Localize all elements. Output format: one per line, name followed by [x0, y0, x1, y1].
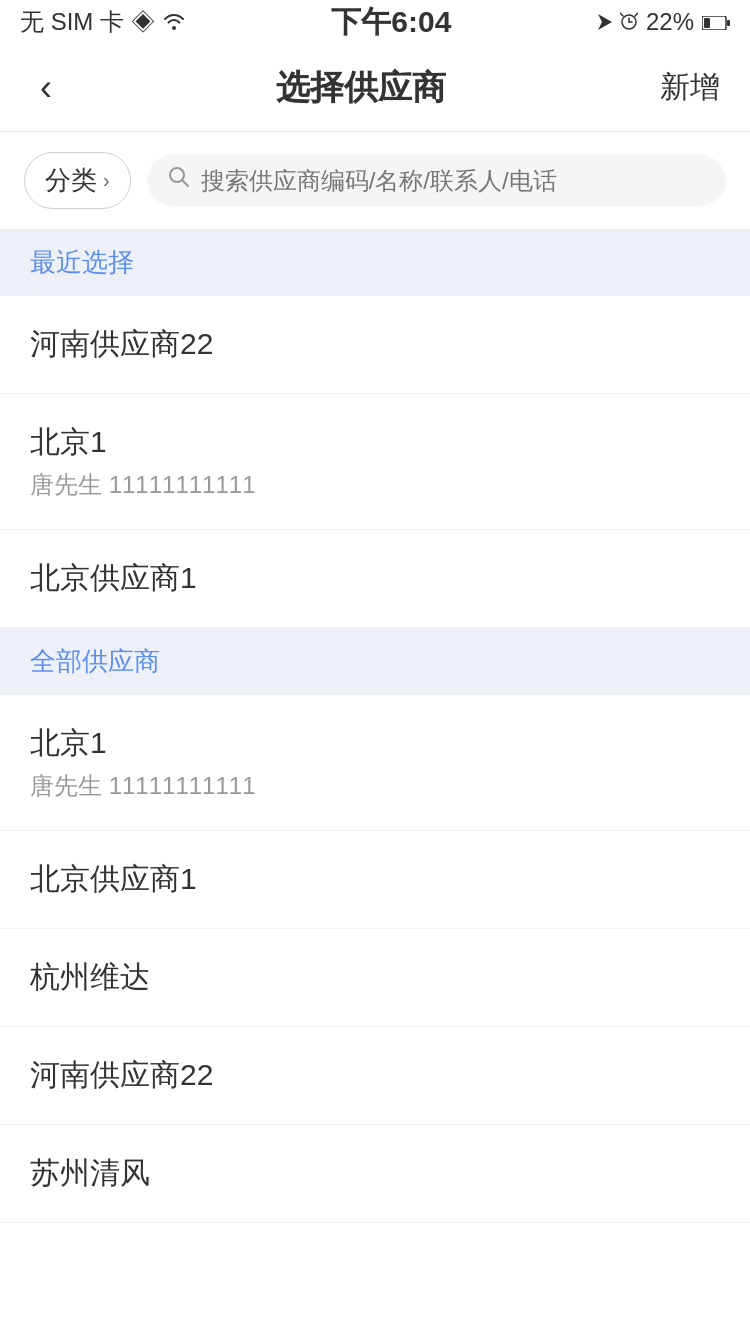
- search-area: 分类 ›: [0, 132, 750, 229]
- add-button[interactable]: 新增: [660, 67, 720, 108]
- battery-percent: 22%: [646, 8, 694, 36]
- nav-bar: ‹ 选择供应商 新增: [0, 44, 750, 132]
- search-input[interactable]: [201, 167, 706, 195]
- search-icon: [167, 165, 191, 196]
- item-sub: 唐先生 11111111111: [30, 469, 720, 501]
- all-section-title: 全部供应商: [30, 646, 160, 676]
- page-title: 选择供应商: [276, 65, 446, 111]
- item-name: 河南供应商22: [30, 1055, 720, 1096]
- all-list-item[interactable]: 北京1 唐先生 11111111111: [0, 695, 750, 831]
- status-right: 22%: [598, 8, 730, 36]
- all-list-item[interactable]: 苏州清风: [0, 1125, 750, 1223]
- item-name: 北京1: [30, 723, 720, 764]
- svg-rect-5: [704, 18, 710, 28]
- battery-icon: [702, 8, 730, 36]
- recent-list-item[interactable]: 河南供应商22: [0, 296, 750, 394]
- item-sub: 唐先生 11111111111: [30, 770, 720, 802]
- recent-items-list: 河南供应商22 北京1 唐先生 11111111111 北京供应商1: [0, 296, 750, 628]
- all-section-header: 全部供应商: [0, 628, 750, 695]
- item-name: 北京供应商1: [30, 859, 720, 900]
- alarm-icon: [620, 8, 638, 36]
- status-bar: 无 SIM 卡 ◈ 下午6:04 22%: [0, 0, 750, 44]
- recent-section-title: 最近选择: [30, 247, 134, 277]
- recent-list-item[interactable]: 北京供应商1: [0, 530, 750, 628]
- status-time: 下午6:04: [331, 2, 451, 43]
- sim-status: 无 SIM 卡 ◈: [20, 6, 155, 38]
- category-label: 分类: [45, 163, 97, 198]
- category-filter-button[interactable]: 分类 ›: [24, 152, 131, 209]
- item-name: 北京1: [30, 422, 720, 463]
- location-icon: [598, 8, 612, 36]
- status-left: 无 SIM 卡 ◈: [20, 6, 185, 38]
- all-list-item[interactable]: 杭州维达: [0, 929, 750, 1027]
- all-list-item[interactable]: 北京供应商1: [0, 831, 750, 929]
- item-name: 河南供应商22: [30, 324, 720, 365]
- wifi-icon: [163, 8, 185, 36]
- chevron-right-icon: ›: [103, 169, 110, 192]
- item-name: 北京供应商1: [30, 558, 720, 599]
- recent-section-header: 最近选择: [0, 229, 750, 296]
- all-list-item[interactable]: 河南供应商22: [0, 1027, 750, 1125]
- svg-rect-6: [727, 20, 730, 26]
- item-name: 苏州清风: [30, 1153, 720, 1194]
- search-wrapper[interactable]: [147, 155, 726, 206]
- all-items-list: 北京1 唐先生 11111111111 北京供应商1 杭州维达河南供应商22 苏州清风: [0, 695, 750, 1223]
- svg-line-8: [182, 181, 188, 187]
- back-button[interactable]: ‹: [30, 57, 62, 119]
- item-name: 杭州维达: [30, 957, 720, 998]
- svg-marker-0: [598, 14, 612, 30]
- recent-list-item[interactable]: 北京1 唐先生 11111111111: [0, 394, 750, 530]
